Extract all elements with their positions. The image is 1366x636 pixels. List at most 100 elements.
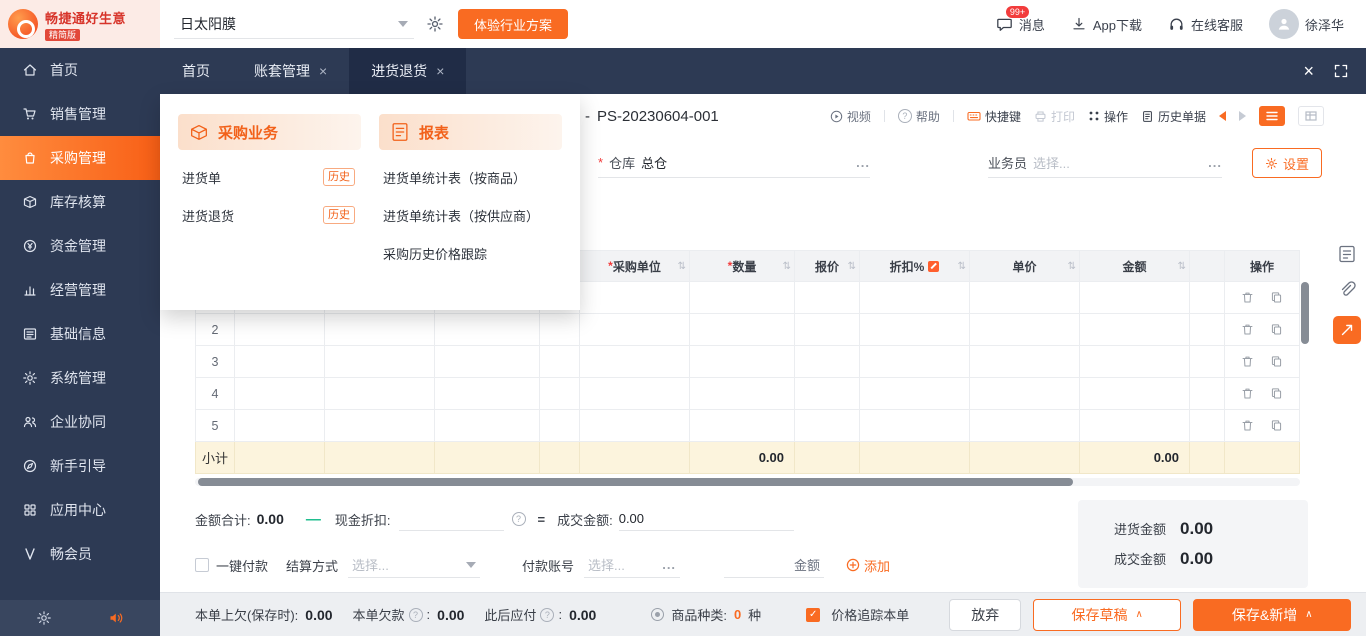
- grid-cell[interactable]: [325, 346, 435, 378]
- column-settings-button[interactable]: 设置: [1252, 148, 1322, 178]
- tab-home[interactable]: 首页: [160, 48, 232, 94]
- account-selector[interactable]: 日太阳膜: [174, 9, 414, 39]
- price-track-checkbox[interactable]: ✓: [806, 608, 820, 622]
- grid-cell[interactable]: [970, 378, 1080, 410]
- sort-icon[interactable]: ⇅: [678, 261, 686, 272]
- sort-icon[interactable]: ⇅: [1178, 261, 1186, 272]
- menu-item-report-by-supplier[interactable]: 进货单统计表（按供应商）: [379, 196, 562, 234]
- cash-discount-input[interactable]: [399, 507, 504, 531]
- grid-cell[interactable]: [795, 410, 860, 442]
- trash-icon[interactable]: [1241, 291, 1254, 304]
- vertical-scrollbar-thumb[interactable]: [1301, 282, 1309, 344]
- copy-row-icon[interactable]: [1270, 387, 1283, 400]
- fullscreen-icon[interactable]: [1334, 64, 1348, 78]
- sidebar-item-app-center[interactable]: 应用中心: [0, 488, 160, 532]
- online-service-button[interactable]: 在线客服: [1168, 15, 1243, 34]
- grid-cell[interactable]: [540, 346, 580, 378]
- sidebar-item-member[interactable]: 畅会员: [0, 532, 160, 576]
- close-icon[interactable]: ×: [436, 64, 444, 78]
- grid-cell[interactable]: [970, 346, 1080, 378]
- shortcut-button[interactable]: 快捷键: [967, 108, 1021, 125]
- grid-cell[interactable]: [690, 378, 795, 410]
- speaker-icon[interactable]: [108, 610, 124, 626]
- grid-cell[interactable]: [235, 346, 325, 378]
- menu-item-purchase-return[interactable]: 进货退货 历史: [178, 196, 361, 234]
- next-doc-icon[interactable]: [1239, 111, 1246, 121]
- grid-cell[interactable]: [540, 410, 580, 442]
- menu-item-price-history[interactable]: 采购历史价格跟踪: [379, 234, 562, 272]
- sort-icon[interactable]: ⇅: [1068, 261, 1076, 272]
- grid-cell[interactable]: [1080, 378, 1190, 410]
- grid-cell[interactable]: [860, 282, 970, 314]
- discard-button[interactable]: 放弃: [949, 599, 1021, 631]
- grid-cell[interactable]: [235, 378, 325, 410]
- sidebar-item-purchase[interactable]: 采购管理: [0, 136, 160, 180]
- deal-amount-input[interactable]: 0.00: [619, 507, 794, 531]
- grid-cell[interactable]: [580, 378, 690, 410]
- grid-cell[interactable]: [795, 346, 860, 378]
- grid-cell[interactable]: [435, 314, 540, 346]
- grid-cell[interactable]: [580, 346, 690, 378]
- prev-doc-icon[interactable]: [1219, 111, 1226, 121]
- sidebar-item-operations[interactable]: 经营管理: [0, 268, 160, 312]
- app-download-button[interactable]: App下载: [1071, 15, 1142, 34]
- print-button[interactable]: 打印: [1034, 108, 1075, 125]
- grid-cell[interactable]: [1080, 346, 1190, 378]
- account-settings-gear-icon[interactable]: [426, 15, 444, 33]
- tab-purchase-return[interactable]: 进货退货 ×: [349, 48, 466, 94]
- grid-cell[interactable]: [235, 410, 325, 442]
- grid-header-unit-price[interactable]: 单价 ⇅: [970, 250, 1080, 282]
- sidebar-item-basic-info[interactable]: 基础信息: [0, 312, 160, 356]
- sidebar-item-sales[interactable]: 销售管理: [0, 92, 160, 136]
- grid-cell[interactable]: [690, 282, 795, 314]
- copy-row-icon[interactable]: [1270, 355, 1283, 368]
- sidebar-item-funds[interactable]: 资金管理: [0, 224, 160, 268]
- user-menu[interactable]: 徐泽华: [1269, 9, 1344, 39]
- grid-cell[interactable]: [540, 314, 580, 346]
- grid-cell[interactable]: [795, 378, 860, 410]
- sidebar-item-home[interactable]: 首页: [0, 48, 160, 92]
- save-draft-button[interactable]: 保存草稿 ∧: [1033, 599, 1181, 631]
- grid-cell[interactable]: [690, 314, 795, 346]
- expand-tool-icon[interactable]: [1333, 316, 1361, 344]
- sort-icon[interactable]: ⇅: [848, 261, 856, 272]
- grid-cell[interactable]: [690, 410, 795, 442]
- info-circle-icon[interactable]: ?: [540, 608, 554, 622]
- grid-cell[interactable]: [860, 410, 970, 442]
- history-badge[interactable]: 历史: [323, 206, 355, 224]
- close-icon[interactable]: ×: [319, 64, 327, 78]
- grid-cell[interactable]: [970, 314, 1080, 346]
- grid-cell[interactable]: [325, 314, 435, 346]
- video-button[interactable]: 视频: [830, 108, 871, 125]
- grid-cell[interactable]: [795, 314, 860, 346]
- vertical-scrollbar[interactable]: [1301, 282, 1309, 474]
- grid-cell[interactable]: [1080, 282, 1190, 314]
- more-options-icon[interactable]: ...: [856, 155, 870, 170]
- grid-cell[interactable]: [540, 378, 580, 410]
- grid-cell[interactable]: [435, 378, 540, 410]
- grid-header-purchase-unit[interactable]: * 采购单位 ⇅: [580, 250, 690, 282]
- messages-button[interactable]: 99+ 消息: [996, 15, 1045, 34]
- info-circle-icon[interactable]: ?: [512, 512, 526, 526]
- add-payment-button[interactable]: 添加: [846, 556, 890, 575]
- horizontal-scrollbar[interactable]: [195, 478, 1300, 486]
- horizontal-scrollbar-thumb[interactable]: [198, 478, 1073, 486]
- payment-account-input[interactable]: 选择... ...: [584, 552, 680, 578]
- sort-icon[interactable]: ⇅: [958, 261, 966, 272]
- grid-cell[interactable]: [580, 410, 690, 442]
- grid-cell[interactable]: [325, 410, 435, 442]
- attachment-icon[interactable]: [1337, 280, 1357, 300]
- sidebar-item-inventory[interactable]: 库存核算: [0, 180, 160, 224]
- salesman-field[interactable]: 业务员 选择... ...: [988, 148, 1222, 178]
- sort-icon[interactable]: ⇅: [783, 261, 791, 272]
- grid-cell[interactable]: [690, 346, 795, 378]
- menu-item-report-by-product[interactable]: 进货单统计表（按商品）: [379, 158, 562, 196]
- grid-cell[interactable]: [580, 282, 690, 314]
- gear-icon[interactable]: [36, 610, 52, 626]
- settlement-method-select[interactable]: 选择...: [348, 552, 480, 578]
- grid-cell[interactable]: [970, 410, 1080, 442]
- copy-row-icon[interactable]: [1270, 419, 1283, 432]
- grid-cell[interactable]: [970, 282, 1080, 314]
- sidebar-item-collaboration[interactable]: 企业协同: [0, 400, 160, 444]
- grid-cell[interactable]: [860, 346, 970, 378]
